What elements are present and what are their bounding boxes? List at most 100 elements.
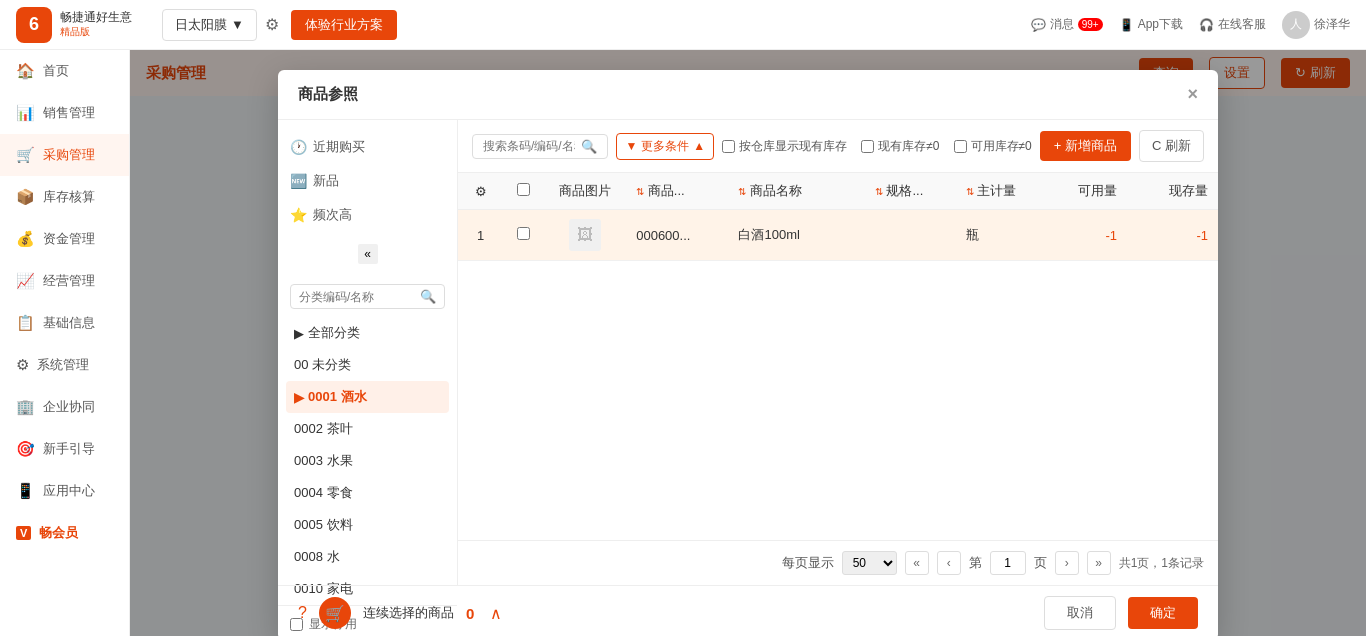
stock-nonzero-input[interactable]: [861, 140, 874, 153]
category-item-00[interactable]: 00 未分类: [286, 349, 449, 381]
apps-icon: 📱: [16, 482, 35, 500]
category-list: ▶ 全部分类 00 未分类 ▶ 0001 酒水 0002 茶: [278, 317, 457, 605]
search-icon[interactable]: 🔍: [581, 139, 597, 154]
app-download-item[interactable]: 📱 App下载: [1119, 16, 1183, 33]
col-header-name[interactable]: ⇅ 商品名称: [728, 173, 864, 210]
filter-collapse-icon: ▲: [693, 139, 705, 153]
modal-right-panel: 🔍 ▼ 更多条件 ▲ 按仓库显示现有库存: [458, 120, 1218, 585]
first-page-button[interactable]: «: [905, 551, 929, 575]
col-header-settings[interactable]: ⚙: [458, 173, 503, 210]
sidebar-item-basic[interactable]: 📋 基础信息: [0, 302, 129, 344]
next-page-button[interactable]: ›: [1055, 551, 1079, 575]
star-icon: ⭐: [290, 207, 307, 223]
chevron-down-icon: ▼: [231, 17, 244, 32]
sidebar-item-inventory[interactable]: 📦 库存核算: [0, 176, 129, 218]
col-header-spec[interactable]: ⇅ 规格...: [865, 173, 956, 210]
filter-checkboxes: 按仓库显示现有库存 现有库存≠0 可用库存≠0: [722, 138, 1032, 155]
member-icon: V: [16, 526, 31, 540]
modal-toolbar: 🔍 ▼ 更多条件 ▲ 按仓库显示现有库存: [458, 120, 1218, 173]
avail-nonzero-input[interactable]: [954, 140, 967, 153]
product-search-input[interactable]: [483, 139, 575, 153]
sort-icon-code: ⇅: [636, 186, 644, 197]
warehouse-display-input[interactable]: [722, 140, 735, 153]
category-item-0005[interactable]: 0005 饮料: [286, 509, 449, 541]
new-product-item[interactable]: 🆕 新品: [278, 164, 457, 198]
per-page-select[interactable]: 20 50 100: [842, 551, 897, 575]
select-all-checkbox[interactable]: [517, 183, 530, 196]
footer-collapse-icon[interactable]: ∧: [490, 604, 502, 623]
frequent-item[interactable]: ⭐ 频次高: [278, 198, 457, 232]
sidebar-item-system[interactable]: ⚙ 系统管理: [0, 344, 129, 386]
prev-page-button[interactable]: ‹: [937, 551, 961, 575]
pagination-bar: 每页显示 20 50 100 « ‹ 第 页 ›: [458, 540, 1218, 585]
sidebar-item-guide[interactable]: 🎯 新手引导: [0, 428, 129, 470]
guide-icon: 🎯: [16, 440, 35, 458]
category-item-0003[interactable]: 0003 水果: [286, 445, 449, 477]
row-code: 000600...: [626, 210, 728, 261]
category-item-0002[interactable]: 0002 茶叶: [286, 413, 449, 445]
sidebar-item-apps[interactable]: 📱 应用中心: [0, 470, 129, 512]
col-header-code[interactable]: ⇅ 商品...: [626, 173, 728, 210]
logo-area: 6 畅捷通好生意 精品版: [16, 7, 146, 43]
recent-purchase-item[interactable]: 🕐 近期购买: [278, 130, 457, 164]
system-icon: ⚙: [16, 356, 29, 374]
layout: 🏠 首页 📊 销售管理 🛒 采购管理 📦 库存核算 💰 资金管理 📈 经营管理 …: [0, 50, 1366, 636]
refresh-button[interactable]: C 刷新: [1139, 130, 1204, 162]
avail-nonzero-checkbox[interactable]: 可用库存≠0: [954, 138, 1032, 155]
main-area: 采购管理 查询 设置 ↻ 刷新 商品参照 × 🕐: [130, 50, 1366, 636]
category-item-0008[interactable]: 0008 水: [286, 541, 449, 573]
messages-nav-item[interactable]: 💬 消息 99+: [1031, 16, 1103, 33]
sidebar-item-ops[interactable]: 📈 经营管理: [0, 260, 129, 302]
collapse-panel-button[interactable]: «: [358, 244, 378, 264]
page-number-input[interactable]: [990, 551, 1026, 575]
row-checkbox[interactable]: [517, 227, 530, 240]
gear-icon[interactable]: ⚙: [265, 15, 279, 34]
row-checkbox-cell: [503, 210, 544, 261]
logo-sub: 精品版: [60, 25, 132, 39]
category-item-all[interactable]: ▶ 全部分类: [286, 317, 449, 349]
selected-label: 连续选择的商品: [363, 604, 454, 622]
avatar: 人: [1282, 11, 1310, 39]
sidebar-item-finance[interactable]: 💰 资金管理: [0, 218, 129, 260]
phone-icon: 📱: [1119, 18, 1134, 32]
filter-icon: ▼: [625, 139, 637, 153]
sidebar-item-purchase[interactable]: 🛒 采购管理: [0, 134, 129, 176]
cart-icon[interactable]: 🛒: [319, 597, 351, 629]
sidebar-item-sales[interactable]: 📊 销售管理: [0, 92, 129, 134]
sales-icon: 📊: [16, 104, 35, 122]
home-icon: 🏠: [16, 62, 35, 80]
table-row[interactable]: 1 🖼: [458, 210, 1218, 261]
more-filter-button[interactable]: ▼ 更多条件 ▲: [616, 133, 714, 160]
logo-text: 畅捷通好生意: [60, 10, 132, 26]
add-product-button[interactable]: + 新增商品: [1040, 131, 1131, 161]
modal-close-button[interactable]: ×: [1187, 84, 1198, 105]
user-area[interactable]: 人 徐泽华: [1282, 11, 1350, 39]
warehouse-display-checkbox[interactable]: 按仓库显示现有库存: [722, 138, 847, 155]
product-reference-modal: 商品参照 × 🕐 近期购买 🆕 新品: [278, 70, 1218, 636]
category-search-input[interactable]: [299, 290, 420, 304]
cancel-button[interactable]: 取消: [1044, 596, 1116, 630]
sort-icon-spec: ⇅: [875, 186, 883, 197]
sort-icon-unit: ⇅: [966, 186, 974, 197]
sidebar-item-home[interactable]: 🏠 首页: [0, 50, 129, 92]
category-search-box: 🔍: [290, 284, 445, 309]
row-num: 1: [458, 210, 503, 261]
col-header-avail: 可用量: [1036, 173, 1127, 210]
top-nav: 6 畅捷通好生意 精品版 日太阳膜 ▼ ⚙ 体验行业方案 💬 消息 99+ 📱 …: [0, 0, 1366, 50]
inventory-icon: 📦: [16, 188, 35, 206]
customer-service-item[interactable]: 🎧 在线客服: [1199, 16, 1266, 33]
category-search-icon[interactable]: 🔍: [420, 289, 436, 304]
finance-icon: 💰: [16, 230, 35, 248]
trial-button[interactable]: 体验行业方案: [291, 10, 397, 40]
last-page-button[interactable]: »: [1087, 551, 1111, 575]
category-item-0004[interactable]: 0004 零食: [286, 477, 449, 509]
confirm-button[interactable]: 确定: [1128, 597, 1198, 629]
help-icon[interactable]: ?: [298, 604, 307, 622]
nav-selector[interactable]: 日太阳膜 ▼: [162, 9, 257, 41]
stock-nonzero-checkbox[interactable]: 现有库存≠0: [861, 138, 939, 155]
sidebar-item-member[interactable]: V 畅会员: [0, 512, 129, 554]
col-header-unit[interactable]: ⇅ 主计量: [956, 173, 1036, 210]
category-item-0001[interactable]: ▶ 0001 酒水: [286, 381, 449, 413]
sidebar-item-enterprise[interactable]: 🏢 企业协同: [0, 386, 129, 428]
product-table: ⚙ 商品图片 ⇅ 商品...: [458, 173, 1218, 261]
